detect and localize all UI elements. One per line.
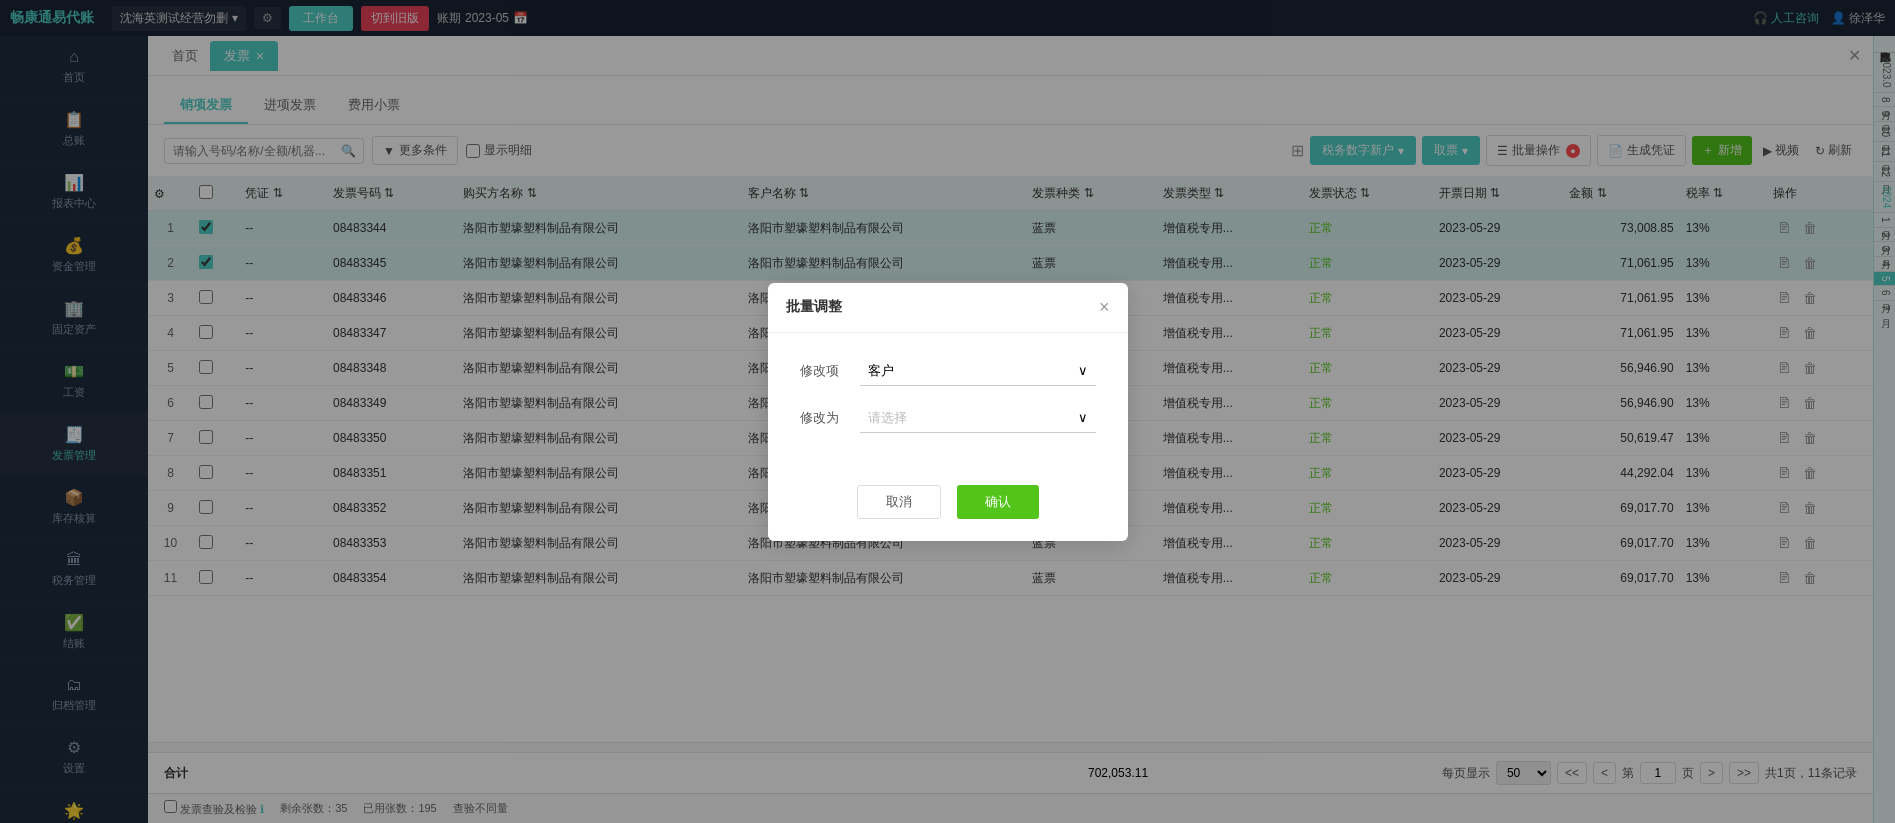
modal-confirm-button[interactable]: 确认 (957, 485, 1039, 519)
modal-body: 修改项 客户 ∨ 修改为 请选择 ∨ (768, 333, 1128, 475)
modal-change-select[interactable]: 请选择 ∨ (860, 404, 1096, 433)
modal-footer: 取消 确认 (768, 475, 1128, 541)
modal-header: 批量调整 × (768, 283, 1128, 333)
modal-field-label: 修改项 (800, 362, 860, 380)
modal-change-row: 修改为 请选择 ∨ (800, 404, 1096, 433)
modal-overlay: 批量调整 × 修改项 客户 ∨ 修改为 请选择 ∨ 取消 确认 (0, 0, 1895, 823)
modal-change-chevron: ∨ (1078, 410, 1088, 425)
modal-change-label: 修改为 (800, 409, 860, 427)
modal-field-chevron: ∨ (1078, 363, 1088, 378)
modal-close-button[interactable]: × (1099, 297, 1110, 318)
modal-change-placeholder: 请选择 (868, 409, 907, 427)
modal-title: 批量调整 (786, 298, 842, 316)
modal-field-value: 客户 (868, 362, 894, 380)
modal-field-row: 修改项 客户 ∨ (800, 357, 1096, 386)
modal-cancel-button[interactable]: 取消 (857, 485, 941, 519)
batch-adjust-modal: 批量调整 × 修改项 客户 ∨ 修改为 请选择 ∨ 取消 确认 (768, 283, 1128, 541)
modal-field-select[interactable]: 客户 ∨ (860, 357, 1096, 386)
